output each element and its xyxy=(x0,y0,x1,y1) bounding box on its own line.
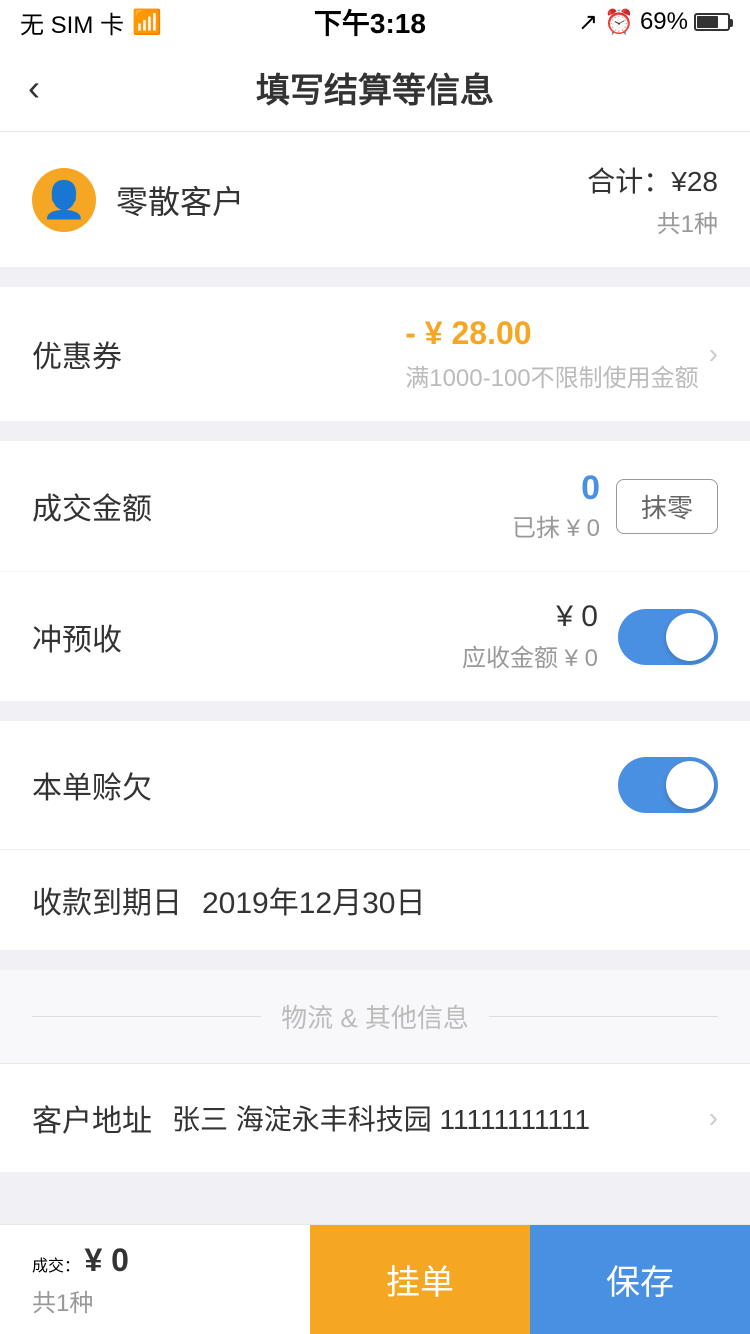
hold-button[interactable]: 挂单 xyxy=(310,1225,530,1334)
battery-text: 69% xyxy=(640,8,688,36)
page-title: 填写结算等信息 xyxy=(256,63,494,112)
precollect-label: 冲预收 xyxy=(32,615,122,659)
coupon-amount: - ¥ 28.00 xyxy=(405,315,698,352)
coupon-row: 优惠券 - ¥ 28.00 满1000-100不限制使用金额 › xyxy=(32,315,718,393)
avatar: 👤 xyxy=(32,168,96,232)
round-button[interactable]: 抹零 xyxy=(616,479,718,534)
bottom-deal-row: 成交： ¥ 0 xyxy=(32,1242,278,1279)
save-button[interactable]: 保存 xyxy=(530,1225,750,1334)
credit-label: 本单赊欠 xyxy=(32,763,152,807)
transaction-amount[interactable]: 0 xyxy=(512,469,600,508)
bottom-deal-label: 成交： xyxy=(32,1258,80,1275)
transaction-label: 成交金额 xyxy=(32,484,152,528)
transaction-right: 0 已抹 ¥ 0 抹零 xyxy=(512,469,718,543)
transaction-sub: 已抹 ¥ 0 xyxy=(512,508,600,543)
logistics-label: 物流 & 其他信息 xyxy=(281,998,469,1035)
precollect-sub: 应收金额 ¥ 0 xyxy=(462,638,598,673)
duedate-row: 收款到期日 2019年12月30日 xyxy=(0,849,750,950)
credit-row: 本单赊欠 xyxy=(0,721,750,849)
precollect-values: ¥ 0 应收金额 ¥ 0 xyxy=(462,600,598,673)
location-icon: ↗ xyxy=(578,8,598,37)
customer-name: 零散客户 xyxy=(116,177,244,223)
avatar-icon: 👤 xyxy=(42,179,87,221)
logistics-section: 物流 & 其他信息 客户地址 张三 海淀永丰科技园 11111111111 › xyxy=(0,970,750,1172)
duedate-label: 收款到期日 xyxy=(32,878,182,922)
status-bar: 无 SIM 卡 📶 下午3:18 ↗ ⏰ 69% xyxy=(0,0,750,44)
customer-right: 合计：¥28 共1种 xyxy=(587,160,718,239)
coupon-right: - ¥ 28.00 满1000-100不限制使用金额 › xyxy=(405,315,718,393)
credit-section: 本单赊欠 收款到期日 2019年12月30日 xyxy=(0,721,750,950)
address-value: 张三 海淀永丰科技园 11111111111 xyxy=(172,1098,709,1138)
main-content: 👤 零散客户 合计：¥28 共1种 优惠券 - ¥ 28.00 满1000-10… xyxy=(0,132,750,1312)
credit-toggle-thumb xyxy=(666,761,714,809)
alarm-icon: ⏰ xyxy=(604,8,634,37)
status-time: 下午3:18 xyxy=(314,2,426,42)
duedate-value: 2019年12月30日 xyxy=(202,878,425,922)
address-row[interactable]: 客户地址 张三 海淀永丰科技园 11111111111 › xyxy=(0,1064,750,1172)
coupon-desc: 满1000-100不限制使用金额 xyxy=(405,358,698,393)
precollect-amount: ¥ 0 xyxy=(462,600,598,634)
coupon-section[interactable]: 优惠券 - ¥ 28.00 满1000-100不限制使用金额 › xyxy=(0,287,750,421)
precollect-toggle[interactable] xyxy=(618,609,718,665)
customer-left: 👤 零散客户 xyxy=(32,168,244,232)
precollect-right: ¥ 0 应收金额 ¥ 0 xyxy=(462,600,718,673)
toggle-thumb xyxy=(666,613,714,661)
customer-total: 合计：¥28 xyxy=(587,160,718,200)
status-left: 无 SIM 卡 📶 xyxy=(20,5,162,40)
address-label: 客户地址 xyxy=(32,1096,152,1140)
status-right: ↗ ⏰ 69% xyxy=(578,8,730,37)
coupon-label: 优惠券 xyxy=(32,332,122,376)
bottom-count: 共1种 xyxy=(32,1283,278,1318)
divider-line-right xyxy=(489,1016,718,1017)
battery-icon xyxy=(694,13,730,31)
transaction-section: 成交金额 0 已抹 ¥ 0 抹零 冲预收 ¥ 0 应收金额 ¥ 0 xyxy=(0,441,750,701)
customer-section: 👤 零散客户 合计：¥28 共1种 xyxy=(0,132,750,267)
divider-line-left xyxy=(32,1016,261,1017)
wifi-icon: 📶 xyxy=(132,8,162,37)
carrier-text: 无 SIM 卡 xyxy=(20,5,124,40)
bottom-summary: 成交： ¥ 0 共1种 xyxy=(0,1242,310,1318)
coupon-chevron-icon: › xyxy=(709,338,718,370)
bottom-bar: 成交： ¥ 0 共1种 挂单 保存 xyxy=(0,1224,750,1334)
address-chevron-icon: › xyxy=(709,1102,718,1134)
transaction-row: 成交金额 0 已抹 ¥ 0 抹零 xyxy=(0,441,750,572)
back-button[interactable]: ‹ xyxy=(28,67,40,109)
credit-toggle[interactable] xyxy=(618,757,718,813)
logistics-divider: 物流 & 其他信息 xyxy=(0,970,750,1064)
customer-count: 共1种 xyxy=(587,204,718,239)
precollect-row: 冲预收 ¥ 0 应收金额 ¥ 0 xyxy=(0,572,750,701)
nav-bar: ‹ 填写结算等信息 xyxy=(0,44,750,132)
bottom-deal-amount: ¥ 0 xyxy=(84,1242,128,1278)
